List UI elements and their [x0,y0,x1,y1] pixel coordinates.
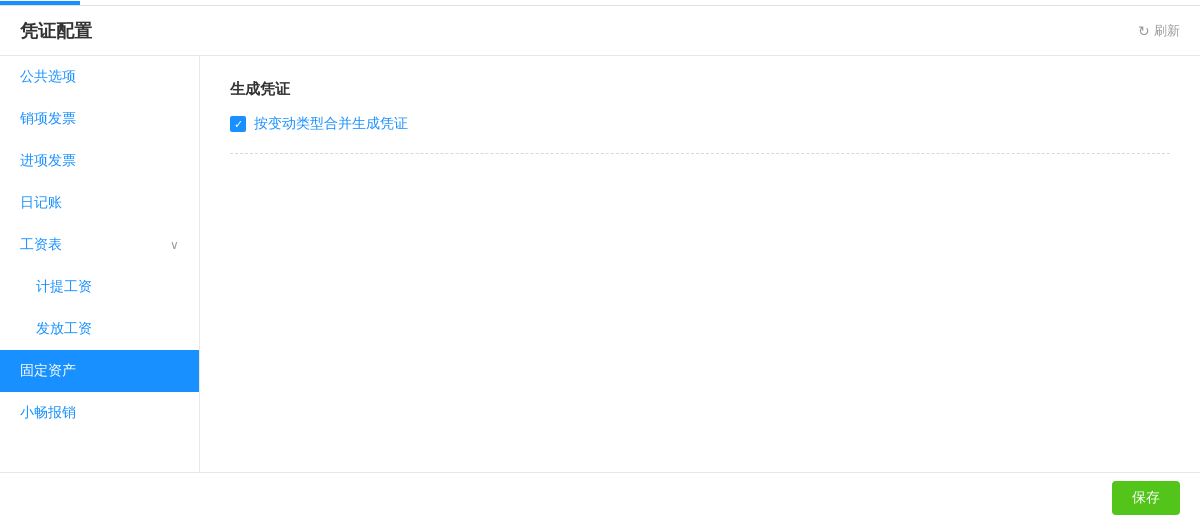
main-content: 公共选项 销项发票 进项发票 日记账 工资表 ∨ 计提工资 发放工资 固定资产 … [0,56,1200,472]
chevron-down-icon: ∨ [170,238,179,252]
section-divider [230,153,1170,154]
sidebar-item-commission-label: 计提工资 [36,278,92,296]
sidebar-item-distribution[interactable]: 发放工资 [0,308,199,350]
sidebar-item-purchase-invoice[interactable]: 进项发票 [0,140,199,182]
sidebar-item-purchase-invoice-label: 进项发票 [20,152,76,170]
sidebar-item-commission[interactable]: 计提工资 [0,266,199,308]
sidebar-item-journal-label: 日记账 [20,194,62,212]
save-button[interactable]: 保存 [1112,481,1180,515]
checkbox-row: ✓ 按变动类型合并生成凭证 [230,115,1170,133]
section-title: 生成凭证 [230,80,1170,99]
refresh-button[interactable]: ↻ 刷新 [1138,22,1180,40]
checkbox-label[interactable]: 按变动类型合并生成凭证 [254,115,408,133]
page-footer: 保存 [0,472,1200,522]
sidebar-item-sales-invoice-label: 销项发票 [20,110,76,128]
sidebar-item-payroll-label: 工资表 [20,236,62,254]
merge-checkbox[interactable]: ✓ [230,116,246,132]
sidebar-item-sales-invoice[interactable]: 销项发票 [0,98,199,140]
sidebar-item-public[interactable]: 公共选项 [0,56,199,98]
sidebar-item-fixed-assets-label: 固定资产 [20,362,76,380]
sidebar-item-fixed-assets[interactable]: 固定资产 [0,350,199,392]
sidebar-item-public-label: 公共选项 [20,68,76,86]
sidebar-item-expense[interactable]: 小畅报销 [0,392,199,434]
check-mark-icon: ✓ [234,119,243,130]
sidebar-item-distribution-label: 发放工资 [36,320,92,338]
refresh-icon: ↻ [1138,23,1150,39]
active-nav-tab [0,1,80,5]
page-title: 凭证配置 [20,19,92,43]
sidebar-item-payroll[interactable]: 工资表 ∨ [0,224,199,266]
refresh-label: 刷新 [1154,22,1180,40]
sidebar-item-journal[interactable]: 日记账 [0,182,199,224]
sidebar: 公共选项 销项发票 进项发票 日记账 工资表 ∨ 计提工资 发放工资 固定资产 … [0,56,200,472]
content-area: 生成凭证 ✓ 按变动类型合并生成凭证 [200,56,1200,472]
page-header: 凭证配置 ↻ 刷新 [0,6,1200,56]
sidebar-item-expense-label: 小畅报销 [20,404,76,422]
